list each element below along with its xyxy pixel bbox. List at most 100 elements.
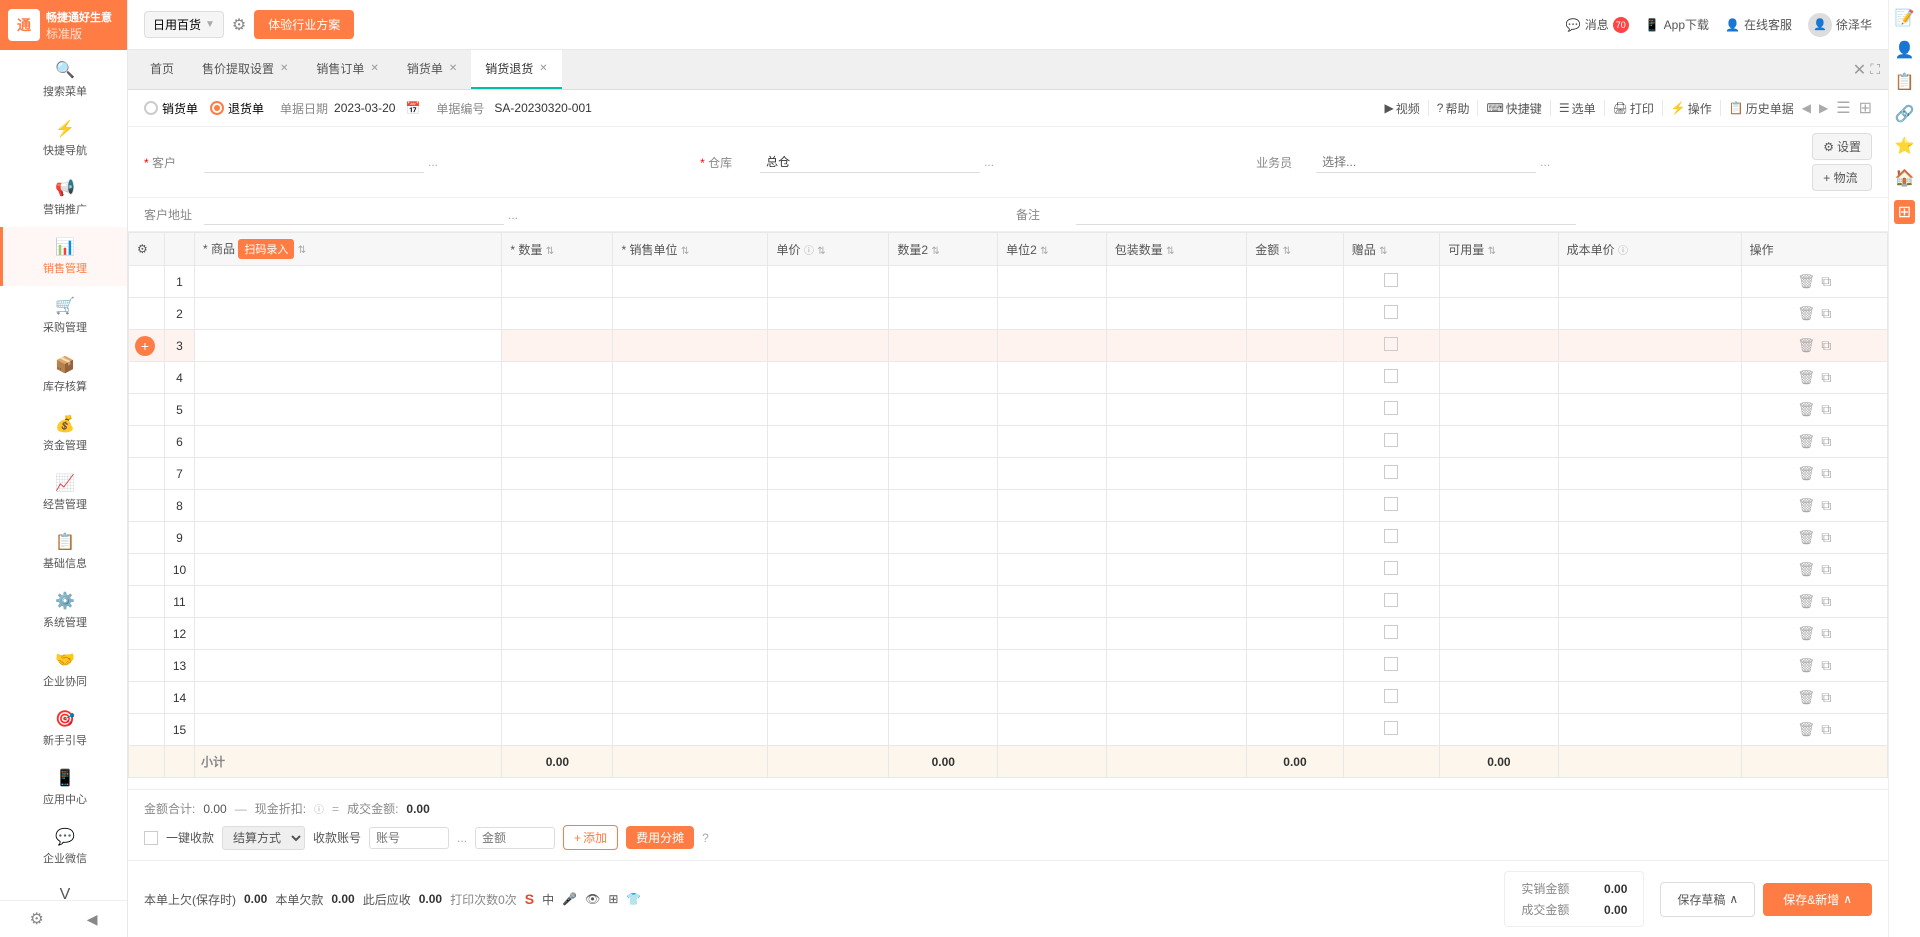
th-qty-sort[interactable]: ⇅ <box>546 246 554 257</box>
settings-btn[interactable]: ⚙ 设置 <box>1812 133 1872 160</box>
row-available[interactable] <box>1440 650 1558 682</box>
sidebar-item-member[interactable]: V 畅会员 <box>0 876 127 900</box>
row-pack-qty[interactable] <box>1106 490 1246 522</box>
row-sales-unit[interactable] <box>613 586 768 618</box>
save-draft-btn[interactable]: 保存草稿 ∧ <box>1660 882 1755 917</box>
row-unit-price[interactable] <box>768 458 889 490</box>
sidebar-item-apps[interactable]: 📱 应用中心 <box>0 758 127 817</box>
row-copy-icon[interactable]: ⧉ <box>1821 369 1831 386</box>
save-new-btn[interactable]: 保存&新增 ∧ <box>1763 883 1872 916</box>
row-sales-unit[interactable] <box>613 554 768 586</box>
row-copy-icon[interactable]: ⧉ <box>1821 497 1831 514</box>
row-delete-icon[interactable]: 🗑 <box>1797 305 1815 322</box>
row-amount[interactable] <box>1247 458 1344 490</box>
online-service-btn[interactable]: 👤 在线客服 <box>1725 16 1792 33</box>
row-unit-price[interactable] <box>768 682 889 714</box>
row-delete-icon[interactable]: 🗑 <box>1797 625 1815 642</box>
row-pack-qty[interactable] <box>1106 394 1246 426</box>
row-unit-price[interactable] <box>768 266 889 298</box>
row-product[interactable] <box>195 618 502 650</box>
row-pack-qty[interactable] <box>1106 458 1246 490</box>
nav-next-icon[interactable]: ▶ <box>1819 101 1828 115</box>
row-qty2[interactable] <box>889 586 998 618</box>
row-qty[interactable] <box>502 650 613 682</box>
row-qty[interactable] <box>502 554 613 586</box>
rs-icon-6[interactable]: 🏠 <box>1895 168 1915 188</box>
row-available[interactable] <box>1440 522 1558 554</box>
sidebar-item-shortcut[interactable]: ⚡ 快捷导航 <box>0 109 127 168</box>
product-input-active[interactable] <box>201 339 495 353</box>
row-cost-price[interactable] <box>1558 490 1741 522</box>
row-cost-price[interactable] <box>1558 362 1741 394</box>
row-pack-qty[interactable] <box>1106 714 1246 746</box>
row-pack-qty[interactable] <box>1106 554 1246 586</box>
row-delete-icon[interactable]: 🗑 <box>1797 657 1815 674</box>
row-available[interactable] <box>1440 618 1558 650</box>
row-sales-unit[interactable] <box>613 458 768 490</box>
user-avatar[interactable]: 👤 徐泽华 <box>1808 13 1872 37</box>
row-pack-qty[interactable] <box>1106 426 1246 458</box>
row-delete-icon[interactable]: 🗑 <box>1797 529 1815 546</box>
scan-btn[interactable]: 扫码录入 <box>238 239 294 259</box>
th-sales-unit-sort[interactable]: ⇅ <box>681 246 689 257</box>
row-unit2[interactable] <box>998 618 1107 650</box>
salesperson-input[interactable] <box>1316 152 1536 173</box>
sidebar-item-wechat[interactable]: 💬 企业微信 <box>0 817 127 876</box>
row-product[interactable] <box>195 650 502 682</box>
row-amount[interactable] <box>1247 490 1344 522</box>
tab-price-settings-close[interactable]: ✕ <box>280 63 288 74</box>
row-unit-price[interactable] <box>768 490 889 522</box>
row-unit2[interactable] <box>998 714 1107 746</box>
row-available[interactable] <box>1440 714 1558 746</box>
row-cost-price[interactable] <box>1558 522 1741 554</box>
row-product[interactable] <box>195 426 502 458</box>
row-copy-icon[interactable]: ⧉ <box>1821 401 1831 418</box>
row-qty[interactable] <box>502 682 613 714</box>
tab-price-settings[interactable]: 售价提取设置 ✕ <box>188 50 302 89</box>
toolbar-eye-icon[interactable]: 👁 <box>585 892 600 906</box>
radio-return[interactable]: 退货单 <box>210 100 264 117</box>
sidebar-item-corp[interactable]: 🤝 企业协同 <box>0 640 127 699</box>
sidebar-item-basics[interactable]: 📋 基础信息 <box>0 522 127 581</box>
toolbar-shortcut[interactable]: ⌨ 快捷键 <box>1486 100 1541 117</box>
sidebar-item-sales[interactable]: 📊 销售管理 <box>0 227 127 286</box>
one-click-pay-checkbox[interactable] <box>144 831 158 845</box>
row-unit2[interactable] <box>998 458 1107 490</box>
row-sales-unit[interactable] <box>613 714 768 746</box>
th-unit-price-sort[interactable]: ⇅ <box>817 246 825 257</box>
row-copy-icon[interactable]: ⧉ <box>1821 465 1831 482</box>
row-qty2[interactable] <box>889 330 998 362</box>
row-product[interactable] <box>195 490 502 522</box>
row-pack-qty[interactable] <box>1106 650 1246 682</box>
row-product[interactable] <box>195 458 502 490</box>
row-sales-unit[interactable] <box>613 266 768 298</box>
sidebar-item-finance[interactable]: 💰 资金管理 <box>0 404 127 463</box>
row-cost-price[interactable] <box>1558 682 1741 714</box>
row-copy-icon[interactable]: ⧉ <box>1821 593 1831 610</box>
row-available[interactable] <box>1440 426 1558 458</box>
row-product[interactable] <box>195 714 502 746</box>
th-product-sort[interactable]: ⇅ <box>298 245 306 256</box>
row-sales-unit[interactable] <box>613 490 768 522</box>
row-unit2[interactable] <box>998 394 1107 426</box>
sidebar-item-inventory[interactable]: 📦 库存核算 <box>0 345 127 404</box>
tab-sales-delivery-close[interactable]: ✕ <box>449 63 457 74</box>
row-amount[interactable] <box>1247 554 1344 586</box>
row-amount[interactable] <box>1247 330 1344 362</box>
add-payment-btn[interactable]: + 添加 <box>563 825 618 850</box>
tab-sales-order[interactable]: 销售订单 ✕ <box>302 50 392 89</box>
toolbar-table-icon[interactable]: ⊞ <box>608 892 618 906</box>
row-pack-qty[interactable] <box>1106 330 1246 362</box>
row-qty[interactable] <box>502 362 613 394</box>
row-product[interactable] <box>195 586 502 618</box>
sidebar-item-guide[interactable]: 🎯 新手引导 <box>0 699 127 758</box>
toolbar-user-icon[interactable]: 👕 <box>626 892 641 906</box>
row-cost-price[interactable] <box>1558 458 1741 490</box>
row-product-active[interactable] <box>195 330 502 362</box>
th-qty2-sort[interactable]: ⇅ <box>931 246 939 257</box>
row-qty2[interactable] <box>889 554 998 586</box>
row-qty2[interactable] <box>889 426 998 458</box>
amount-input[interactable] <box>475 827 555 849</box>
account-input[interactable] <box>369 827 449 849</box>
row-available[interactable] <box>1440 394 1558 426</box>
